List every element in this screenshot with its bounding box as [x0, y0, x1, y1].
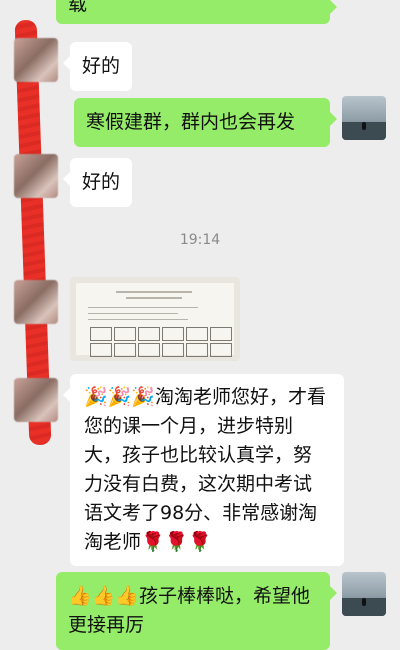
user-avatar[interactable] — [342, 96, 386, 140]
answer-cell — [162, 327, 184, 341]
answer-cell — [114, 343, 136, 357]
message-text: 寒假建群，群内也会再发 — [86, 111, 296, 133]
answer-cell — [138, 343, 160, 357]
paper-text-line — [88, 313, 178, 314]
paper-sheet — [76, 283, 234, 357]
avatar-figure-shape — [362, 122, 366, 130]
answer-cell — [186, 327, 208, 341]
exam-paper-photo[interactable] — [70, 277, 240, 361]
avatar-figure-shape — [362, 598, 366, 606]
answer-cell — [210, 343, 232, 357]
answer-cell — [138, 327, 160, 341]
partial-outgoing-message[interactable]: 载 — [56, 0, 337, 24]
paper-title-line — [116, 291, 192, 293]
rose-icon: 🌹🌹🌹 — [141, 531, 212, 553]
incoming-message[interactable]: 好的 — [62, 158, 133, 207]
user-avatar[interactable] — [342, 572, 386, 616]
outgoing-message[interactable]: 👍👍👍孩子棒棒哒，希望他更接再厉 — [56, 572, 337, 650]
contact-avatar[interactable] — [14, 378, 58, 422]
message-text: 好的 — [82, 171, 121, 193]
answer-cell — [210, 327, 232, 341]
paper-text-line — [88, 307, 198, 308]
incoming-message[interactable]: 🎉🎉🎉淘淘老师您好，才看您的课一个月，进步特别大，孩子也比较认真学，努力没有白费… — [63, 374, 344, 566]
answer-cell — [186, 343, 208, 357]
party-popper-icon: 🎉🎉🎉 — [84, 386, 155, 408]
answer-cell — [114, 327, 136, 341]
answer-cell — [90, 343, 112, 357]
paper-text-line — [126, 297, 182, 299]
answer-cell — [90, 327, 112, 341]
outgoing-message[interactable]: 寒假建群，群内也会再发 — [74, 98, 337, 147]
thumbs-up-icon: 👍👍👍 — [68, 585, 139, 607]
contact-avatar[interactable] — [14, 280, 58, 324]
answer-cell — [162, 343, 184, 357]
message-text: 载 — [68, 0, 88, 15]
message-text: 好的 — [82, 55, 121, 77]
message-text: 淘淘老师您好，才看您的课一个月，进步特别大，孩子也比较认真学，努力没有白费，这次… — [84, 386, 326, 553]
incoming-message[interactable]: 好的 — [62, 42, 133, 91]
contact-avatar[interactable] — [14, 154, 58, 198]
paper-text-line — [88, 319, 188, 320]
contact-avatar[interactable] — [14, 38, 58, 82]
message-timestamp: 19:14 — [179, 232, 221, 248]
